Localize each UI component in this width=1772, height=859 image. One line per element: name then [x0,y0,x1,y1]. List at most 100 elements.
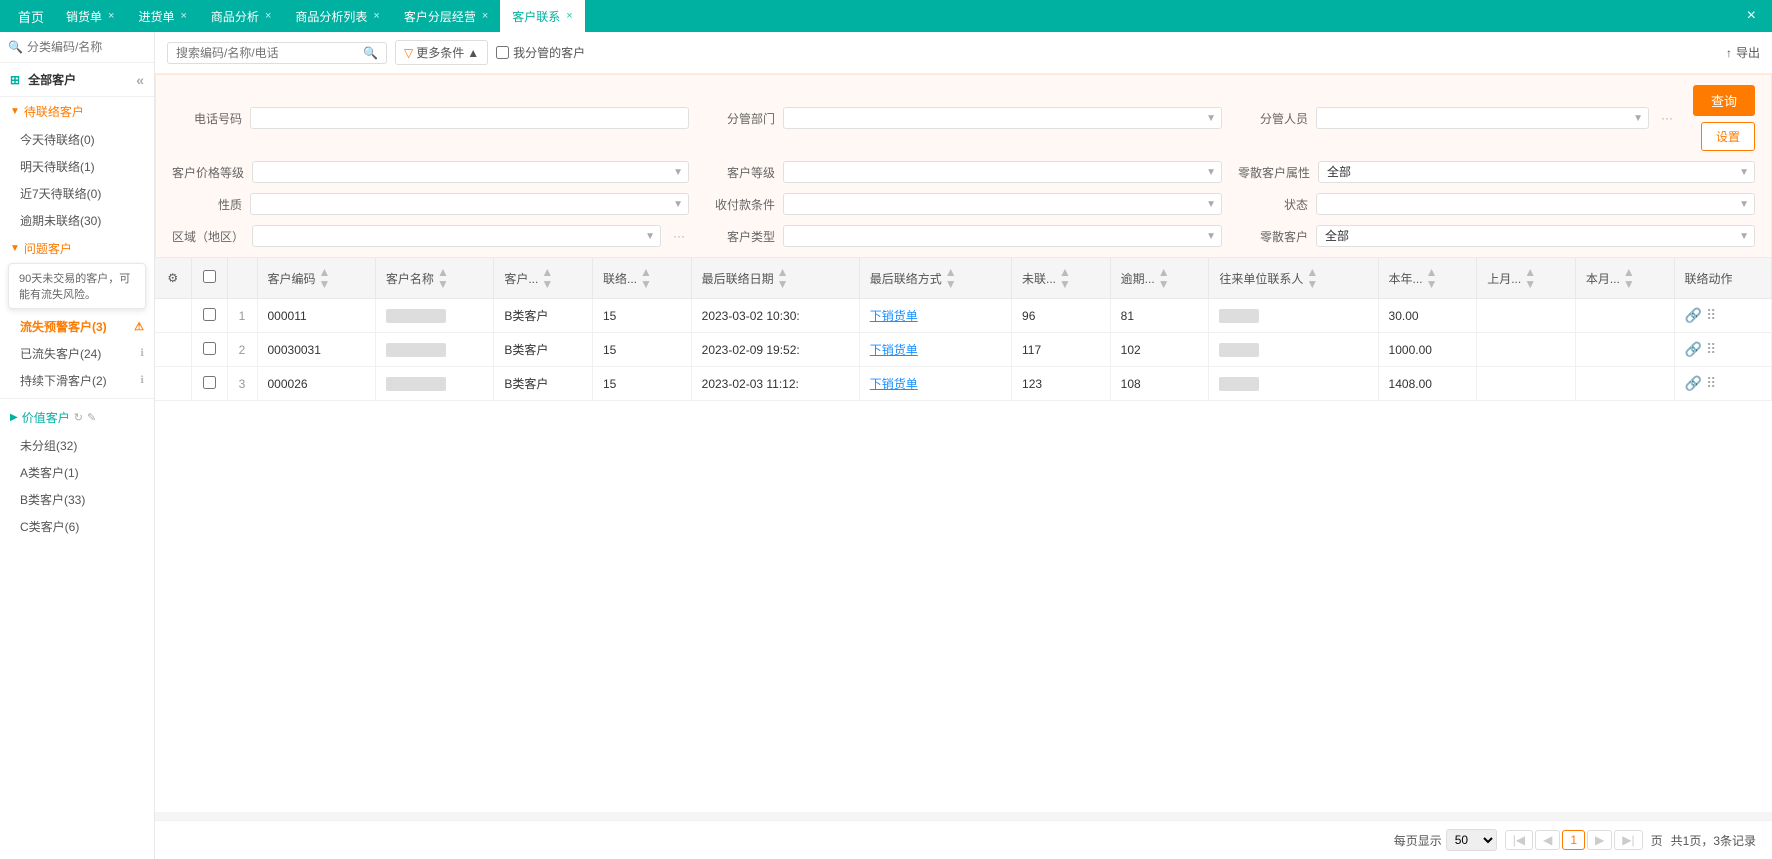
th-nocontact[interactable]: 未联... ▲▼ [1012,258,1111,299]
person-dots-icon[interactable]: ··· [1657,111,1677,125]
page-first-button[interactable]: |◀ [1505,830,1533,850]
table-row: 200030031B类客户152023-02-09 19:52:下销货单1171… [155,333,1772,367]
th-action: 联络动作 [1674,258,1771,299]
filter-customertype-select[interactable] [783,225,1222,247]
filter-search-input[interactable] [176,46,363,60]
sidebar-item-today[interactable]: 今天待联络(0) [0,126,154,153]
th-overdue[interactable]: 逾期... ▲▼ [1110,258,1209,299]
per-page-wrap: 每页显示 50 100 200 [1394,829,1497,851]
action-more-icon[interactable]: ⠿ [1706,307,1716,324]
th-thismonth[interactable]: 本月... ▲▼ [1575,258,1674,299]
row-index: 3 [227,367,257,401]
nav-tab-salesorder[interactable]: 销货单 × [54,0,126,32]
filter-search-button[interactable]: 🔍 [363,46,378,60]
sidebar-item-b-class[interactable]: B类客户(33) [0,486,154,513]
per-page-select[interactable]: 50 100 200 [1446,829,1497,851]
sidebar-item-ungroup[interactable]: 未分组(32) [0,432,154,459]
sidebar-item-churned[interactable]: 已流失客户(24) ℹ [0,340,154,367]
sidebar-item-a-class[interactable]: A类客户(1) [0,459,154,486]
filter-phone-input[interactable] [250,107,689,129]
action-link-icon[interactable]: 🔗 [1685,375,1702,392]
nav-tab-customer-contact[interactable]: 客户联系 × [500,0,584,32]
action-more-icon[interactable]: ⠿ [1706,341,1716,358]
action-link-icon[interactable]: 🔗 [1685,341,1702,358]
select-all-checkbox[interactable] [203,270,216,283]
region-dots-icon[interactable]: ··· [669,229,689,243]
horizontal-scrollbar[interactable] [155,812,1772,820]
page-next-button[interactable]: ▶ [1587,830,1612,850]
row-overdue: 108 [1110,367,1209,401]
sidebar-search-input[interactable] [27,40,146,54]
close-productanalysis-icon[interactable]: × [265,10,271,22]
filter-more-button[interactable]: ▽ 更多条件 ▲ [395,40,488,65]
close-purchaseorder-icon[interactable]: × [180,10,186,22]
th-code[interactable]: 客户编码 ▲▼ [257,258,375,299]
sidebar-item-7days[interactable]: 近7天待联络(0) [0,180,154,207]
th-name[interactable]: 客户名称 ▲▼ [375,258,493,299]
filter-scattered-select[interactable]: 全部 [1316,225,1755,247]
page-last-button[interactable]: ▶| [1614,830,1642,850]
row-checkbox[interactable] [203,376,216,389]
setting-button[interactable]: 设置 [1701,122,1755,151]
th-contacts[interactable]: 联络... ▲▼ [593,258,692,299]
filter-my-checkbox[interactable] [496,46,509,59]
row-last-way[interactable]: 下销货单 [859,299,1011,333]
close-all-icon[interactable]: × [1739,7,1764,25]
row-this-year: 1000.00 [1378,333,1477,367]
th-lastmonth[interactable]: 上月... ▲▼ [1477,258,1576,299]
lastmonth-sort-icon: ▲▼ [1524,266,1536,290]
row-last-way[interactable]: 下销货单 [859,367,1011,401]
filter-pricelevel-select[interactable] [252,161,689,183]
nav-tab-productanalysis[interactable]: 商品分析 × [199,0,283,32]
row-code: 000026 [257,367,375,401]
close-contact-icon[interactable]: × [566,10,572,22]
query-button[interactable]: 查询 [1693,85,1755,116]
section-problem[interactable]: ▼ 问题客户 [0,234,154,263]
action-more-icon[interactable]: ⠿ [1706,375,1716,392]
row-checkbox[interactable] [203,308,216,321]
contactperson-sort-icon: ▲▼ [1306,266,1318,290]
sidebar-item-overdue[interactable]: 逾期未联络(30) [0,207,154,234]
nav-tab-productlist[interactable]: 商品分析列表 × [283,0,391,32]
sidebar-item-declining[interactable]: 持续下滑客户(2) ℹ [0,367,154,394]
filter-customerlevel-select[interactable] [783,161,1222,183]
filter-person-select[interactable] [1316,107,1649,129]
section-value[interactable]: ▶ 价值客户 ↻ ✎ [0,403,154,432]
row-contact-person [1209,367,1378,401]
th-thisyear[interactable]: 本年... ▲▼ [1378,258,1477,299]
collapse-icon[interactable]: « [136,72,144,88]
row-contact-person [1209,299,1378,333]
row-this-month [1575,299,1674,333]
nav-tab-purchaseorder[interactable]: 进货单 × [126,0,198,32]
sidebar-item-c-class[interactable]: C类客户(6) [0,513,154,540]
section-pending[interactable]: ▼ 待联络客户 [0,97,154,126]
filter-row-nature: 性质 ▼ [172,193,689,215]
th-contactperson[interactable]: 往来单位联系人 ▲▼ [1209,258,1378,299]
filter-scattered-attr-select[interactable]: 全部 [1318,161,1755,183]
close-layers-icon[interactable]: × [482,10,488,22]
filter-nature-select[interactable] [250,193,689,215]
filter-dept-select[interactable] [783,107,1222,129]
row-last-way[interactable]: 下销货单 [859,333,1011,367]
page-prev-button[interactable]: ◀ [1535,830,1560,850]
action-link-icon[interactable]: 🔗 [1685,307,1702,324]
close-salesorder-icon[interactable]: × [108,10,114,22]
th-settings[interactable]: ⚙ [155,258,191,299]
th-lastdate[interactable]: 最后联络日期 ▲▼ [691,258,859,299]
value-refresh-icon[interactable]: ↻ [74,411,83,424]
filter-row-status: 状态 ▼ [1238,193,1755,215]
filter-region-label: 区域（地区） [172,228,244,245]
close-productlist-icon[interactable]: × [373,10,379,22]
th-type[interactable]: 客户... ▲▼ [494,258,593,299]
filter-status-select[interactable] [1316,193,1755,215]
th-lastway[interactable]: 最后联络方式 ▲▼ [859,258,1011,299]
nav-home[interactable]: 首页 [8,7,54,26]
sidebar-item-tomorrow[interactable]: 明天待联络(1) [0,153,154,180]
filter-payment-select[interactable] [783,193,1222,215]
sidebar-item-churn-warning[interactable]: 流失预警客户(3) ⚠ [0,313,154,340]
nav-tab-customer-layers[interactable]: 客户分层经营 × [392,0,500,32]
export-button[interactable]: ↑ 导出 [1726,44,1760,61]
row-checkbox[interactable] [203,342,216,355]
filter-region-select[interactable] [252,225,661,247]
value-edit-icon[interactable]: ✎ [87,411,96,424]
